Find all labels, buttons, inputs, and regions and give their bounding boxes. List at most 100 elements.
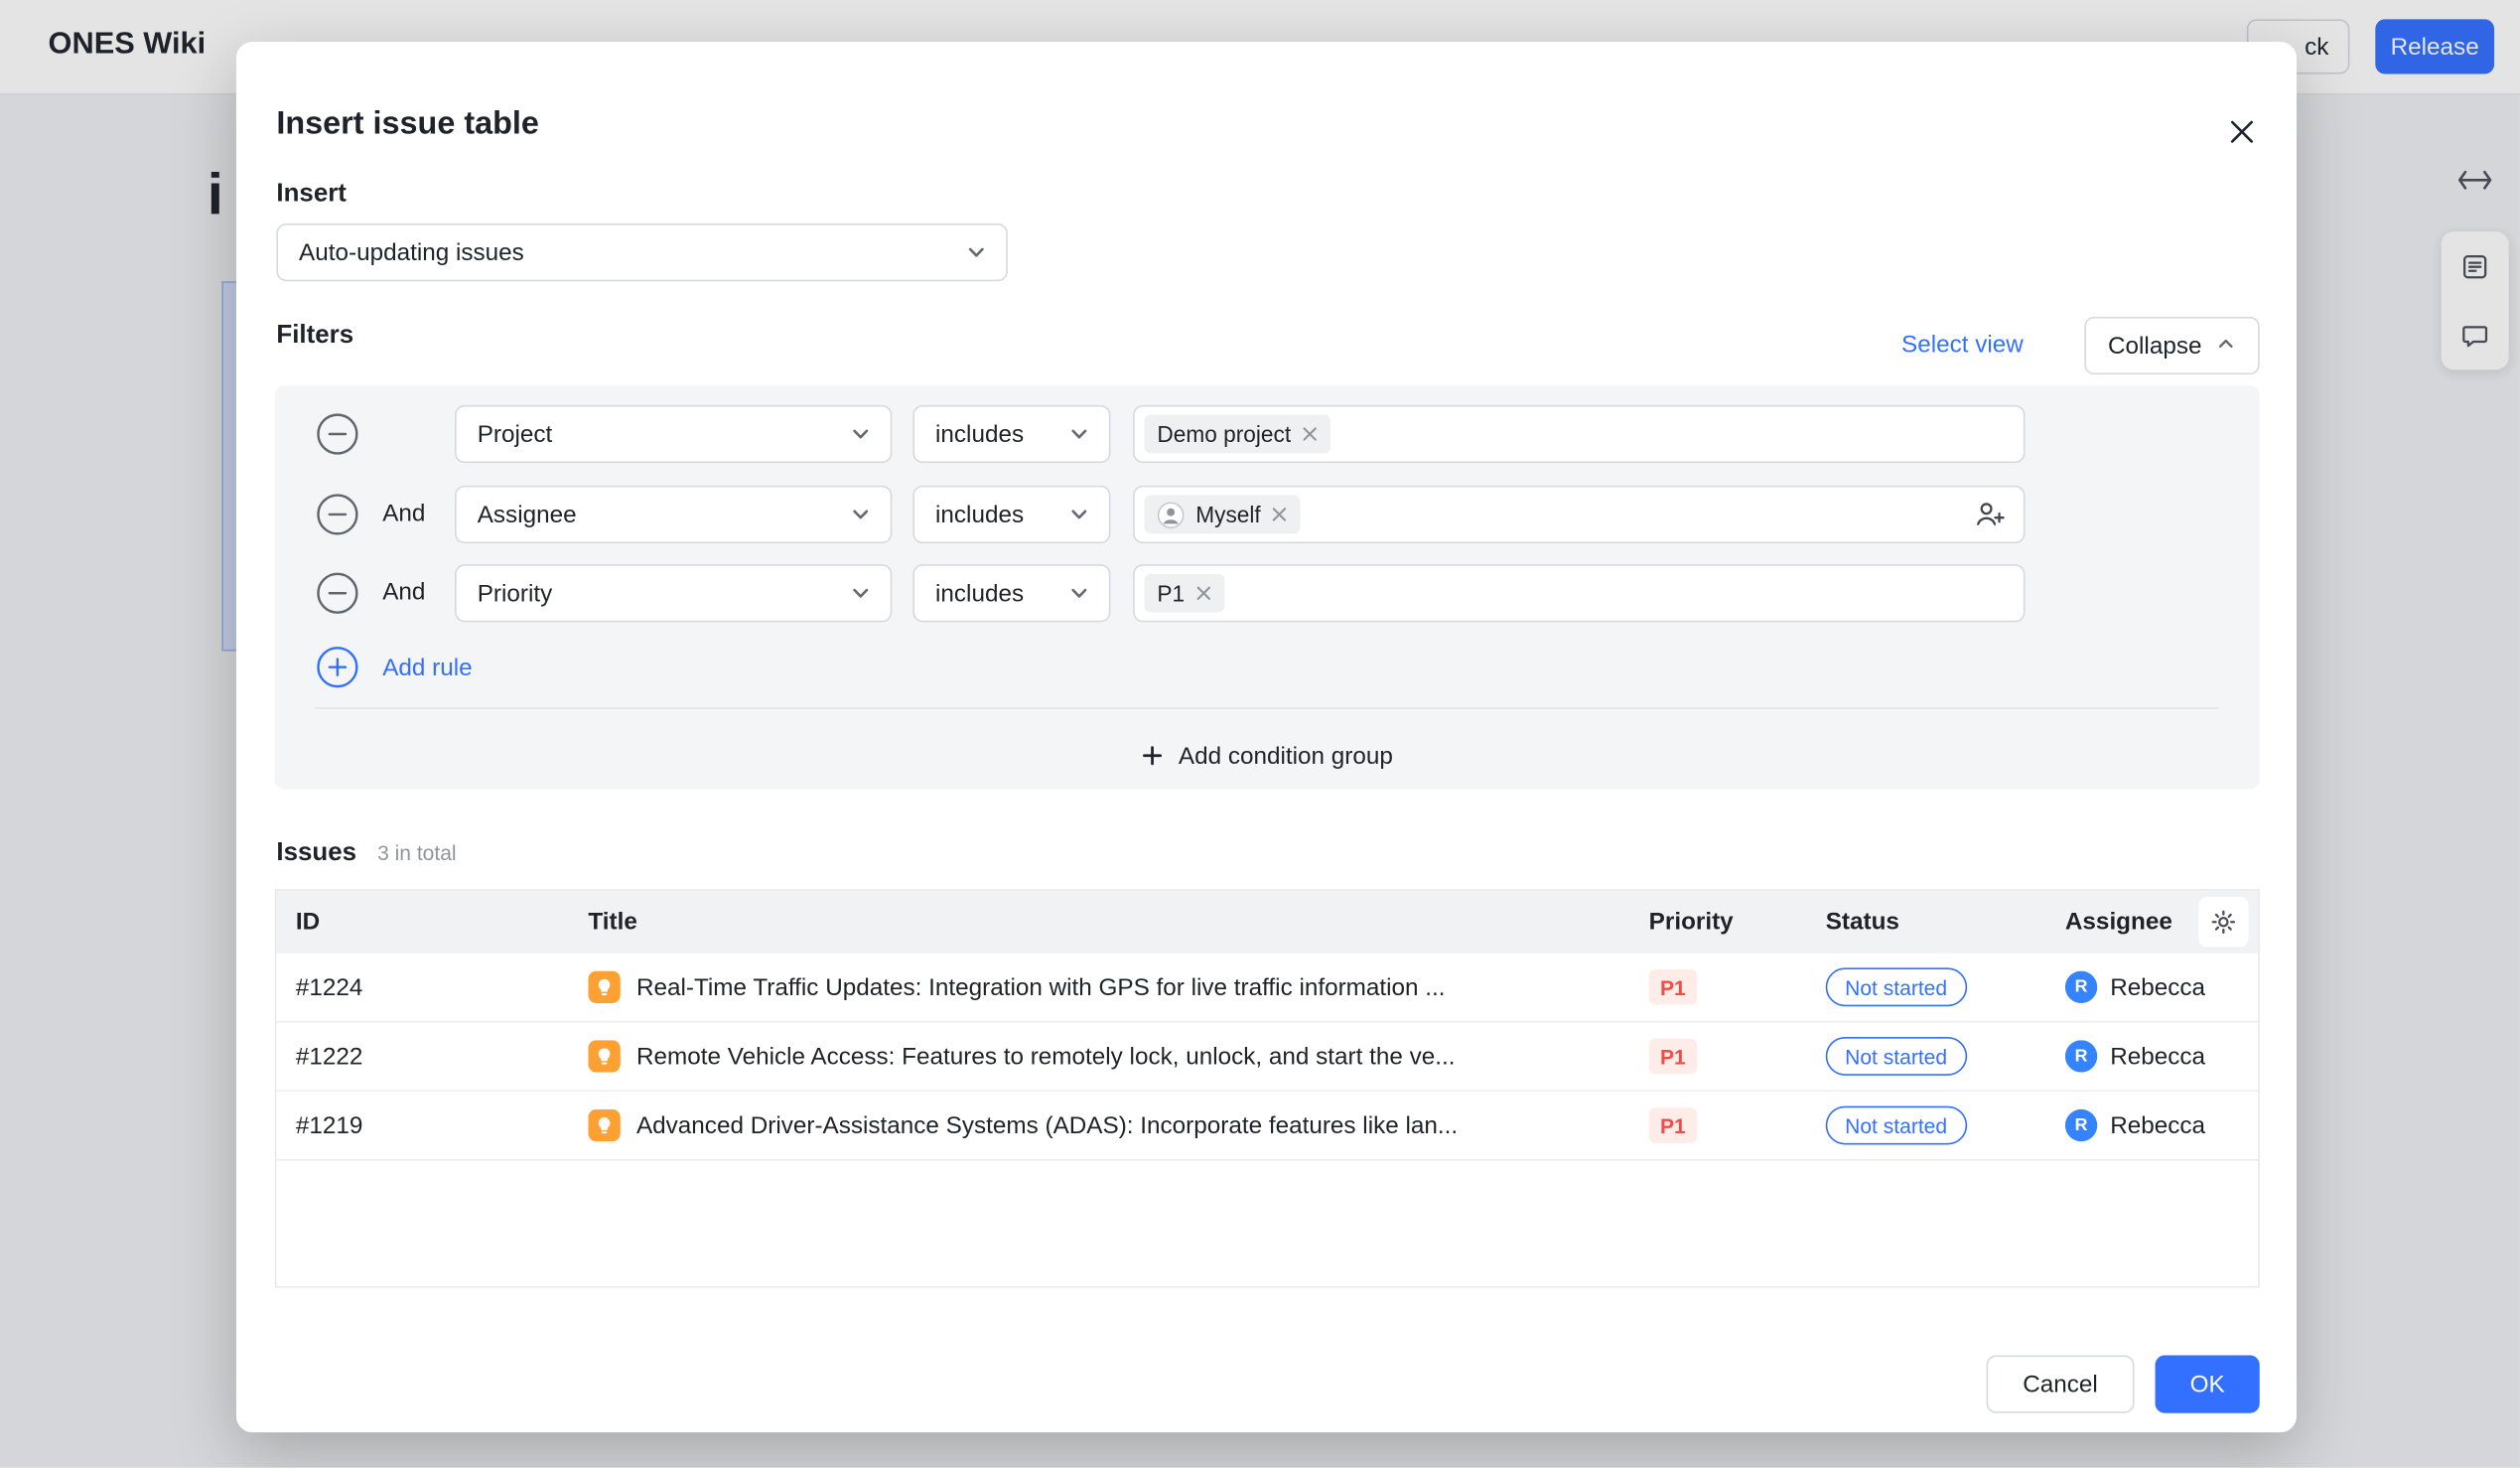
rule-operator-select[interactable]: includes	[912, 564, 1111, 623]
issue-status-cell: Not started	[1825, 1036, 2065, 1076]
priority-badge: P1	[1648, 1107, 1698, 1143]
requirement-icon	[588, 1040, 621, 1073]
add-condition-group-label: Add condition group	[1178, 741, 1393, 770]
insert-section-label: Insert	[276, 180, 347, 208]
chevron-down-icon	[1068, 583, 1089, 604]
dialog-title: Insert issue table	[276, 105, 539, 142]
requirement-icon	[588, 970, 621, 1004]
assignee-name: Rebecca	[2110, 973, 2206, 1001]
chevron-down-icon	[1068, 504, 1089, 524]
issues-count: 3 in total	[377, 840, 457, 865]
issue-title: Advanced Driver-Assistance Systems (ADAS…	[635, 1111, 1459, 1139]
issue-row[interactable]: #1224 Real-Time Traffic Updates: Integra…	[276, 954, 2259, 1023]
rule-conjunction: And	[382, 500, 426, 527]
issue-assignee-cell: R Rebecca	[2064, 970, 2258, 1004]
select-view-link[interactable]: Select view	[1901, 331, 2024, 359]
chip-remove-icon[interactable]	[1302, 426, 1318, 442]
chevron-down-icon	[850, 424, 871, 445]
add-condition-group-button[interactable]: Add condition group	[275, 730, 2260, 782]
filter-rule-priority: And Priority includes P1	[275, 564, 2260, 623]
chevron-down-icon	[966, 242, 987, 263]
add-rule-label[interactable]: Add rule	[382, 654, 472, 681]
issue-row[interactable]: #1222 Remote Vehicle Access: Features to…	[276, 1022, 2259, 1093]
rule-operator-value: includes	[935, 420, 1025, 448]
collapse-button[interactable]: Collapse	[2083, 316, 2260, 375]
issues-label: Issues	[276, 838, 357, 867]
issue-id: #1224	[295, 973, 363, 1001]
insert-mode-select[interactable]: Auto-updating issues	[276, 222, 1008, 282]
chip-label: Demo project	[1157, 421, 1292, 447]
insert-mode-value: Auto-updating issues	[299, 238, 524, 266]
issue-id: #1219	[295, 1111, 363, 1139]
assignee-name: Rebecca	[2110, 1111, 2206, 1139]
requirement-icon	[588, 1108, 621, 1142]
column-header-priority: Priority	[1648, 908, 1734, 937]
rule-field-value: Assignee	[477, 501, 577, 528]
chevron-down-icon	[850, 583, 871, 604]
close-icon[interactable]	[2223, 112, 2262, 151]
assignee-avatar: R	[2064, 970, 2098, 1004]
issue-assignee-cell: R Rebecca	[2064, 1108, 2258, 1142]
assignee-name: Rebecca	[2110, 1042, 2206, 1071]
panel-divider	[315, 707, 2220, 709]
issue-id: #1222	[295, 1042, 363, 1071]
rule-value-input[interactable]: Demo project	[1133, 404, 2026, 464]
column-header-status: Status	[1825, 908, 1899, 937]
issue-priority-cell: P1	[1648, 1107, 1826, 1143]
issue-priority-cell: P1	[1648, 1038, 1826, 1075]
issue-title: Remote Vehicle Access: Features to remot…	[635, 1042, 1456, 1071]
ok-button[interactable]: OK	[2155, 1355, 2260, 1413]
rule-field-select[interactable]: Project	[455, 404, 893, 464]
assignee-avatar: R	[2064, 1108, 2098, 1142]
chip-remove-icon[interactable]	[1272, 507, 1288, 522]
remove-rule-icon[interactable]	[317, 494, 358, 535]
assignee-avatar: R	[2064, 1040, 2098, 1073]
chip-remove-icon[interactable]	[1195, 585, 1211, 601]
status-badge: Not started	[1825, 1036, 1967, 1076]
add-rule[interactable]: Add rule	[275, 647, 473, 688]
collapse-label: Collapse	[2107, 332, 2202, 360]
issue-title-cell: Remote Vehicle Access: Features to remot…	[588, 1040, 1648, 1073]
filter-rule-assignee: And Assignee includes Myself	[275, 485, 2260, 544]
chevron-down-icon	[1068, 424, 1089, 445]
plus-icon	[1142, 744, 1165, 767]
issue-title-cell: Advanced Driver-Assistance Systems (ADAS…	[588, 1108, 1648, 1142]
issue-priority-cell: P1	[1648, 969, 1826, 1005]
value-chip: Myself	[1144, 495, 1302, 534]
issue-title: Real-Time Traffic Updates: Integration w…	[635, 973, 1446, 1001]
status-badge: Not started	[1825, 1105, 1967, 1145]
value-chip: P1	[1144, 573, 1225, 613]
remove-rule-icon[interactable]	[317, 572, 358, 614]
rule-field-select[interactable]: Assignee	[455, 485, 893, 544]
rule-operator-select[interactable]: includes	[912, 485, 1111, 544]
chip-label: Myself	[1195, 502, 1261, 527]
rule-field-value: Project	[477, 420, 553, 448]
issue-title-cell: Real-Time Traffic Updates: Integration w…	[588, 970, 1648, 1004]
filter-rules-panel: Project includes Demo project And Assign…	[274, 385, 2260, 790]
issues-section-header: Issues 3 in total	[276, 839, 456, 868]
column-header-id: ID	[295, 908, 321, 937]
issue-row[interactable]: #1219 Advanced Driver-Assistance Systems…	[276, 1092, 2259, 1161]
rule-value-input[interactable]: Myself	[1133, 485, 2026, 544]
add-member-icon[interactable]	[1975, 501, 2006, 528]
rule-field-value: Priority	[477, 579, 553, 608]
table-settings-gear-icon[interactable]	[2198, 897, 2249, 948]
issues-table-header: ID Title Priority Status Assignee	[276, 890, 2259, 954]
column-header-title: Title	[588, 908, 637, 937]
chevron-down-icon	[850, 504, 871, 524]
chevron-up-icon	[2216, 332, 2235, 360]
priority-badge: P1	[1648, 1038, 1698, 1075]
issue-status-cell: Not started	[1825, 967, 2065, 1007]
screen: ONES Wiki ck Release i Insert issue tabl…	[0, 0, 2520, 1468]
plus-circle-icon[interactable]	[317, 647, 358, 688]
rule-field-select[interactable]: Priority	[455, 564, 893, 623]
remove-rule-icon[interactable]	[317, 413, 358, 455]
issues-table: ID Title Priority Status Assignee #1224 …	[274, 889, 2260, 1288]
user-icon	[1157, 501, 1185, 528]
status-badge: Not started	[1825, 967, 1967, 1007]
rule-value-input[interactable]: P1	[1133, 564, 2026, 623]
cancel-button[interactable]: Cancel	[1986, 1355, 2135, 1413]
issue-assignee-cell: R Rebecca	[2064, 1040, 2258, 1073]
rule-operator-select[interactable]: includes	[912, 404, 1111, 464]
rule-conjunction: And	[382, 578, 426, 607]
